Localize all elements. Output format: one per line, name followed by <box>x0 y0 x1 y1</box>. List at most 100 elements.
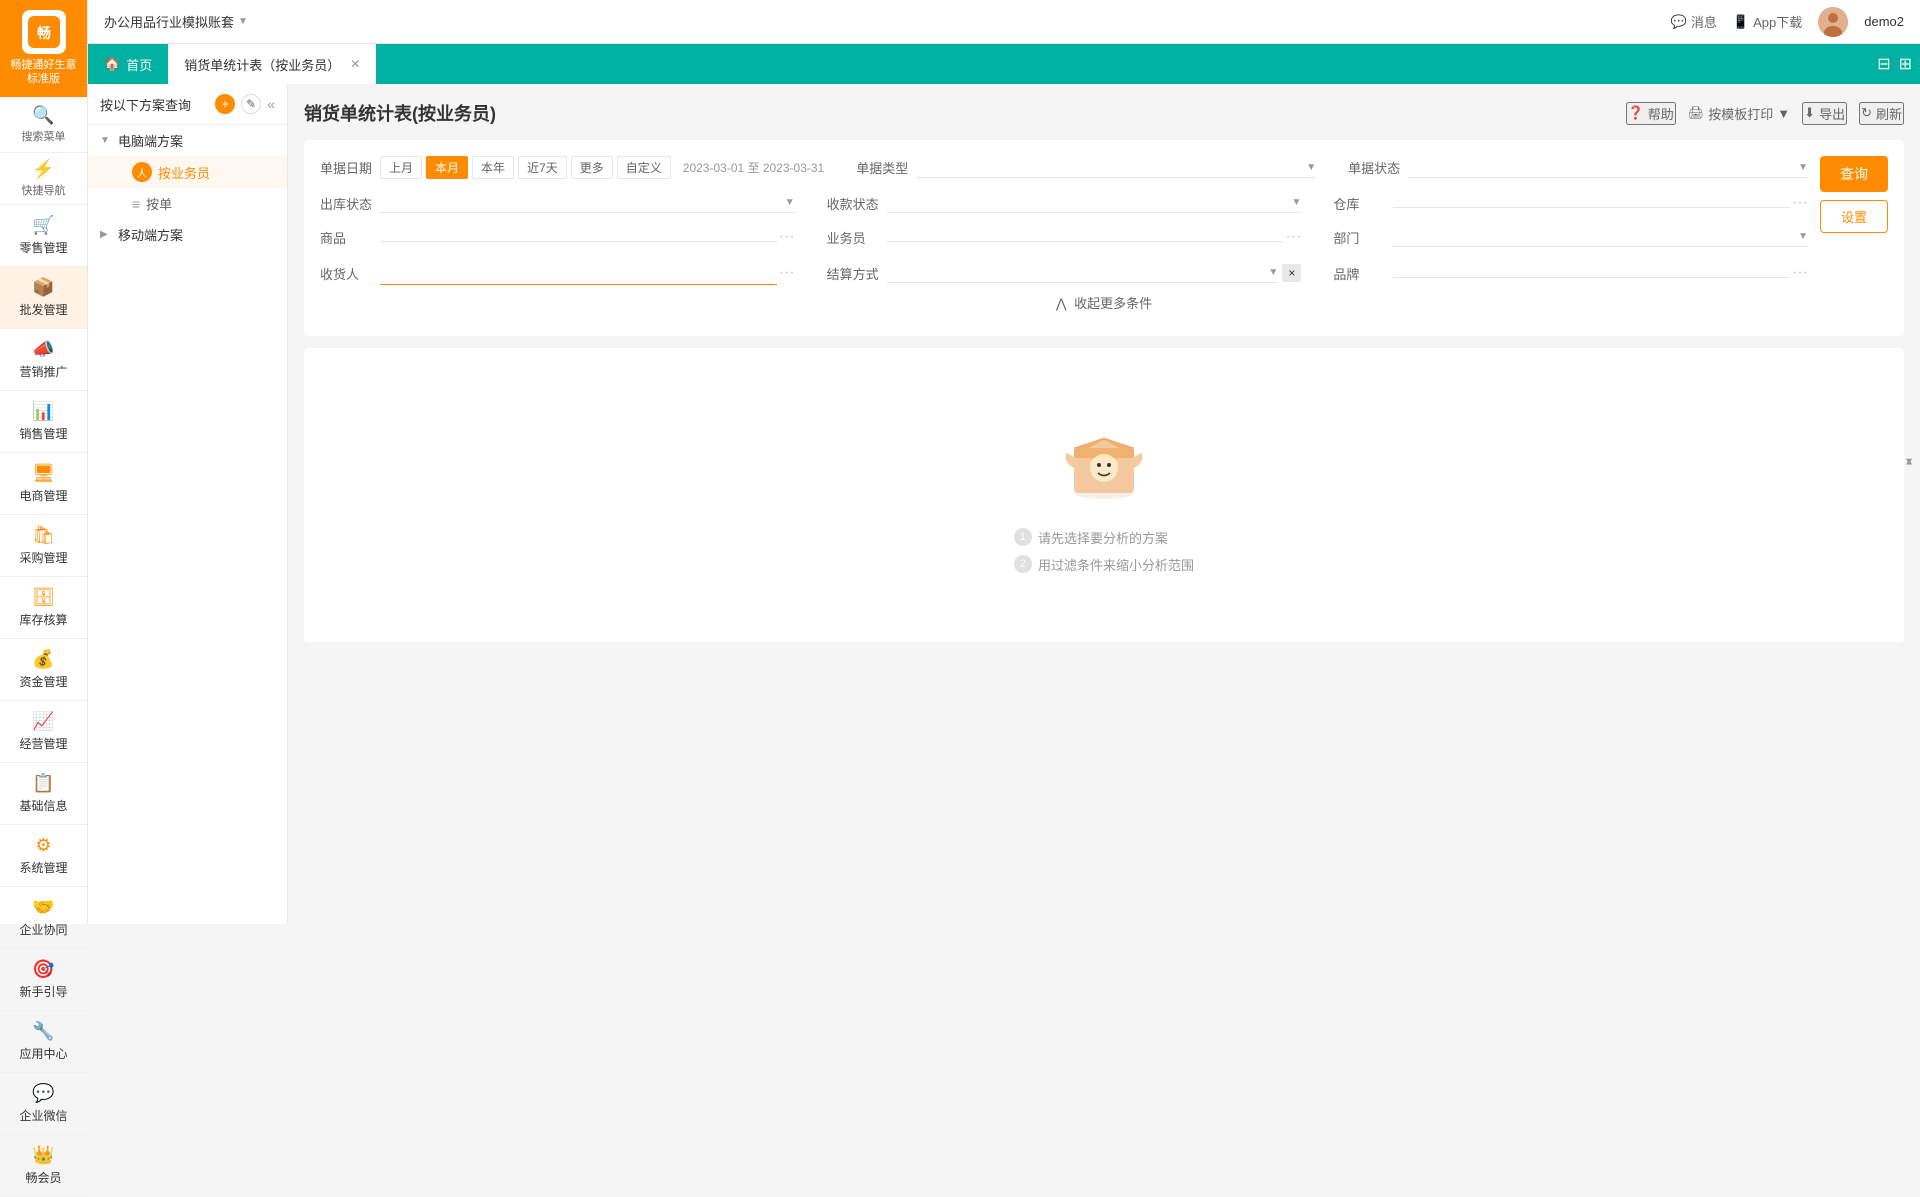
sidebar-item-finance[interactable]: 💰 资金管理 <box>0 639 87 701</box>
content-area: 按以下方案查询 + ✎ « ▼ 电脑端方案 人 按业务员 ≡ 按单 <box>88 84 1920 924</box>
sidebar-item-enterprise[interactable]: 🤝 企业协同 <box>0 887 87 949</box>
hint-num-1: 1 <box>1014 528 1032 546</box>
date-btn-custom[interactable]: 自定义 <box>617 156 671 179</box>
scheme-add-btn[interactable]: + <box>215 94 235 114</box>
retail-label: 零售管理 <box>19 239 67 256</box>
date-btn-7days[interactable]: 近7天 <box>518 156 567 179</box>
goods-dots-btn[interactable]: ··· <box>779 228 795 246</box>
tab-close-btn[interactable]: ✕ <box>350 57 360 71</box>
sidebar-item-system[interactable]: ⚙ 系统管理 <box>0 825 87 887</box>
sidebar-item-wechat[interactable]: 💬 企业微信 <box>0 1073 87 1135</box>
sidebar-item-inventory[interactable]: 🗄 库存核算 <box>0 577 87 639</box>
left-scheme-panel: 按以下方案查询 + ✎ « ▼ 电脑端方案 人 按业务员 ≡ 按单 <box>88 84 288 924</box>
quick-nav-item[interactable]: ⚡ 快捷导航 <box>0 153 87 205</box>
consignee-input-wrap: ··· <box>380 261 795 285</box>
sidebar-item-ecommerce[interactable]: 🖥 电商管理 <box>0 453 87 515</box>
query-btn[interactable]: 查询 <box>1820 156 1888 192</box>
username[interactable]: demo2 <box>1864 14 1904 29</box>
empty-state: 1 请先选择要分析的方案 2 用过滤条件来缩小分析范围 <box>304 348 1904 642</box>
tree-node-desktop-label: 电脑端方案 <box>118 131 183 150</box>
consignee-input[interactable] <box>380 261 777 285</box>
scheme-edit-btn[interactable]: ✎ <box>241 94 261 114</box>
member-icon: 👑 <box>32 1145 54 1166</box>
date-btn-this-month[interactable]: 本月 <box>426 156 468 179</box>
sidebar-item-basic-info[interactable]: 📋 基础信息 <box>0 763 87 825</box>
search-icon: 🔍 <box>32 105 54 126</box>
sidebar-item-purchase[interactable]: 🛍 采购管理 <box>0 515 87 577</box>
scheme-panel-collapse-btn[interactable]: « <box>267 96 275 112</box>
member-label: 畅会员 <box>25 1169 61 1186</box>
tree-node-desktop[interactable]: ▼ 电脑端方案 <box>88 125 287 156</box>
tab-active[interactable]: 销货单统计表（按业务员） ✕ <box>168 44 376 84</box>
tree-node-mobile[interactable]: ▶ 移动端方案 <box>88 219 287 250</box>
paystatus-label: 收款状态 <box>827 194 879 213</box>
refresh-btn[interactable]: ↻ 刷新 <box>1859 102 1904 125</box>
filter-row-2: 出库状态 ▼ 收款状态 <box>320 193 1808 213</box>
retail-icon: 🛒 <box>32 215 54 236</box>
dept-label: 部门 <box>1333 228 1385 247</box>
help-btn[interactable]: ❓ 帮助 <box>1626 102 1676 125</box>
system-label: 系统管理 <box>19 859 67 876</box>
payment-tag-close[interactable]: × <box>1282 264 1301 282</box>
avatar[interactable] <box>1818 7 1848 37</box>
collapse-more-btn[interactable]: ⋀ 收起更多条件 <box>320 285 1888 320</box>
export-btn[interactable]: ⬇ 导出 <box>1802 102 1847 125</box>
settings-btn[interactable]: 设置 <box>1820 200 1888 233</box>
message-btn[interactable]: 💬 消息 <box>1671 12 1717 31</box>
sidebar-item-operations[interactable]: 📈 经营管理 <box>0 701 87 763</box>
inventory-icon: 🗄 <box>32 587 55 608</box>
paystatus-select[interactable]: ▼ <box>887 193 1302 213</box>
app-logo[interactable]: 畅 畅捷通好生意 标准版 <box>0 0 87 97</box>
dept-select[interactable]: ▼ <box>1393 227 1808 247</box>
tab-home[interactable]: 🏠 首页 <box>88 44 168 84</box>
outstatus-select[interactable]: ▼ <box>380 193 795 213</box>
sidebar: 畅 畅捷通好生意 标准版 🔍 搜索菜单 ⚡ 快捷导航 🛒 零售管理 ▼ 📦 批发… <box>0 0 88 924</box>
newbie-label: 新手引导 <box>19 983 67 1000</box>
date-btn-last-month[interactable]: 上月 <box>380 156 422 179</box>
quick-nav-label: 快捷导航 <box>22 182 66 198</box>
date-btn-this-year[interactable]: 本年 <box>472 156 514 179</box>
sidebar-item-sales[interactable]: 📊 销售管理 <box>0 391 87 453</box>
account-name: 办公用品行业模拟账套 <box>104 12 234 31</box>
date-btn-more[interactable]: 更多 <box>571 156 613 179</box>
collapse-label: 收起更多条件 <box>1074 296 1152 311</box>
goods-value <box>380 233 777 242</box>
account-dropdown[interactable]: 办公用品行业模拟账套 ▼ <box>104 12 248 31</box>
sidebar-item-marketing[interactable]: 📣 营销推广 <box>0 329 87 391</box>
search-menu-item[interactable]: 🔍 搜索菜单 <box>0 97 87 153</box>
brand-dots-btn[interactable]: ··· <box>1792 264 1808 282</box>
salesman-value <box>887 233 1284 242</box>
tab-fullscreen-icon[interactable]: ⊞ <box>1899 54 1912 74</box>
consignee-dots-btn[interactable]: ··· <box>779 264 795 282</box>
brand-value <box>1393 269 1790 278</box>
tree-subnode-by-order[interactable]: ≡ 按单 <box>88 188 287 219</box>
filter-goods-item: 商品 ··· <box>320 228 795 247</box>
filter-row-4: 收货人 ··· 结算方式 <box>320 261 1808 285</box>
order-scheme-icon: ≡ <box>132 196 140 212</box>
template-print-btn[interactable]: 🖨 按模板打印 ▼ <box>1688 104 1790 123</box>
payment-select[interactable]: ▼ <box>887 263 1279 283</box>
date-label: 单据日期 <box>320 158 372 177</box>
newbie-icon: 🎯 <box>32 959 54 980</box>
tree-subnode-by-salesman[interactable]: 人 按业务员 <box>88 156 287 188</box>
doctype-select[interactable]: ▼ <box>916 158 1316 178</box>
marketing-label: 营销推广 <box>19 363 67 380</box>
salesman-input-wrap: ··· <box>887 228 1302 246</box>
tab-minimize-icon[interactable]: ⊟ <box>1877 54 1890 74</box>
sidebar-item-newbie[interactable]: 🎯 新手引导 <box>0 949 87 1011</box>
warehouse-dots-btn[interactable]: ··· <box>1792 194 1808 212</box>
warehouse-input-wrap: ··· <box>1393 194 1808 212</box>
app-download-btn[interactable]: 📱 App下载 <box>1733 12 1802 31</box>
docstatus-select[interactable]: ▼ <box>1408 158 1808 178</box>
top-header: 办公用品行业模拟账套 ▼ 💬 消息 📱 App下载 demo2 <box>88 0 1920 44</box>
filter-brand-item: 品牌 ··· <box>1333 264 1808 283</box>
sidebar-item-member[interactable]: 👑 畅会员 <box>0 1135 87 1197</box>
sidebar-item-retail[interactable]: 🛒 零售管理 ▼ <box>0 205 87 267</box>
download-label: App下载 <box>1753 12 1802 31</box>
template-print-label: 按模板打印 <box>1708 104 1773 123</box>
salesman-dots-btn[interactable]: ··· <box>1285 228 1301 246</box>
purchase-icon: 🛍 <box>32 525 55 546</box>
sidebar-item-app-center[interactable]: 🔧 应用中心 <box>0 1011 87 1073</box>
empty-hint-1: 1 请先选择要分析的方案 <box>1014 528 1194 547</box>
sidebar-item-wholesale[interactable]: 📦 批发管理 ▲ <box>0 267 87 329</box>
